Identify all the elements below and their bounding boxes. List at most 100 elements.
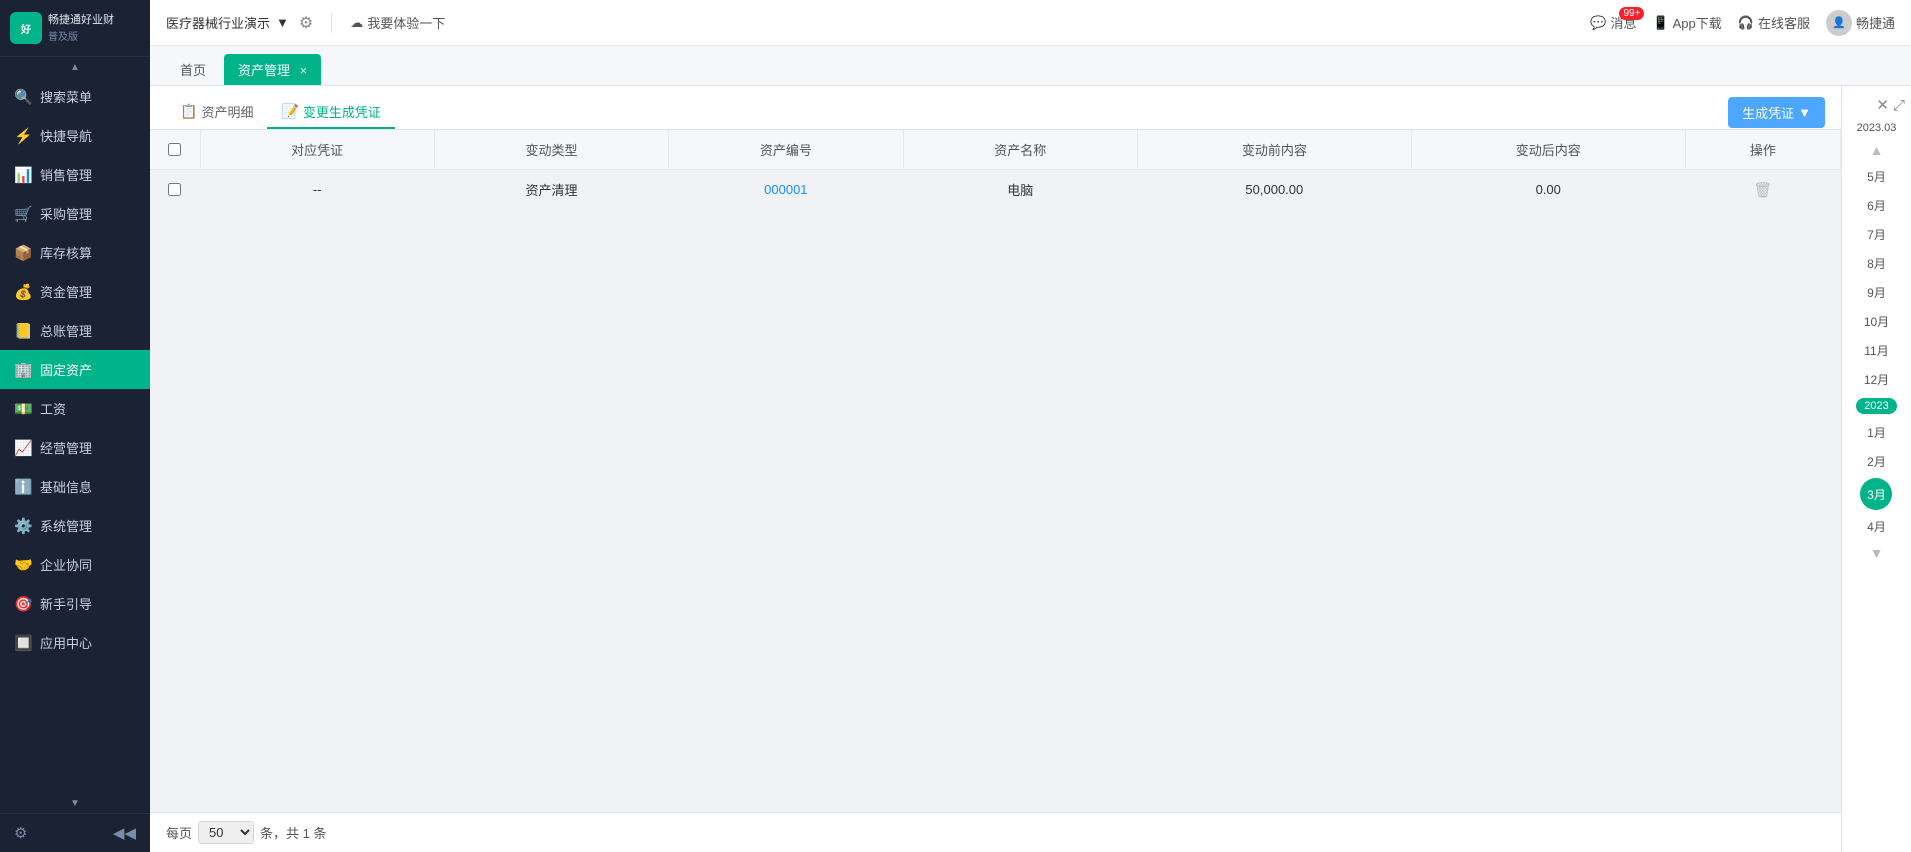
sidebar-item-finance[interactable]: 💰资金管理 bbox=[0, 272, 150, 311]
app-download-button[interactable]: 📱 App下载 bbox=[1652, 13, 1721, 32]
month-2022-6月[interactable]: 6月 bbox=[1856, 191, 1896, 220]
asset-list-icon: 📋 bbox=[180, 103, 197, 120]
month-2023-3月[interactable]: 3月 bbox=[1860, 478, 1892, 510]
generate-dropdown-icon: ▼ bbox=[1798, 105, 1811, 120]
row-checkbox-input-0[interactable] bbox=[168, 183, 181, 196]
feedback-button[interactable]: ☁ 我要体验一下 bbox=[350, 13, 445, 32]
sidebar-scroll-up[interactable]: ▲ bbox=[0, 57, 150, 77]
sidebar-item-sales[interactable]: 📊销售管理 bbox=[0, 155, 150, 194]
sidebar-item-app-center[interactable]: 🔲应用中心 bbox=[0, 623, 150, 662]
avatar: 👤 bbox=[1826, 10, 1852, 36]
row-after-change-0: 0.00 bbox=[1411, 170, 1685, 210]
col-asset-name: 资产名称 bbox=[903, 130, 1137, 170]
tab-asset-management-label: 资产管理 bbox=[238, 63, 290, 78]
username: 畅捷通 bbox=[1856, 13, 1895, 32]
sidebar-icon-base-info: ℹ️ bbox=[14, 478, 32, 496]
sidebar-item-quicknav[interactable]: ⚡快捷导航 bbox=[0, 116, 150, 155]
sidebar-label-ledger: 总账管理 bbox=[40, 321, 92, 340]
sidebar-label-fixed-assets: 固定资产 bbox=[40, 360, 92, 379]
topbar-settings-icon[interactable]: ⚙ bbox=[299, 13, 313, 33]
row-delete-icon-0[interactable]: 🗑 bbox=[1753, 182, 1772, 199]
collapse-icon[interactable]: ◀◀ bbox=[113, 824, 136, 842]
sub-tab-change-voucher[interactable]: 📝 变更生成凭证 bbox=[267, 96, 394, 129]
per-page-select[interactable]: 50 10 20 100 bbox=[198, 821, 254, 844]
tab-close-icon[interactable]: × bbox=[300, 63, 308, 78]
col-change-type: 变动类型 bbox=[434, 130, 668, 170]
sidebar: 好 畅捷通好业财 普及版 ▲ 🔍搜索菜单⚡快捷导航📊销售管理🛒采购管理📦库存核算… bbox=[0, 0, 150, 852]
panel-months: 5月6月7月8月9月10月11月12月 2023 1月2月3月4月 bbox=[1856, 162, 1896, 541]
logo-icon: 好 bbox=[10, 12, 42, 44]
sidebar-bottom: ⚙ ◀◀ bbox=[0, 813, 150, 852]
month-2022-12月[interactable]: 12月 bbox=[1856, 365, 1896, 394]
month-2022-7月[interactable]: 7月 bbox=[1856, 220, 1896, 249]
customer-service-button[interactable]: 🎧 在线客服 bbox=[1738, 13, 1810, 32]
col-voucher: 对应凭证 bbox=[200, 130, 434, 170]
sidebar-item-fixed-assets[interactable]: 🏢固定资产 bbox=[0, 350, 150, 389]
year-label-2023: 2023 bbox=[1856, 398, 1896, 414]
customer-service-icon: 🎧 bbox=[1738, 15, 1754, 31]
sidebar-icon-sales: 📊 bbox=[14, 166, 32, 184]
row-operation-0: 🗑 bbox=[1685, 170, 1840, 210]
sidebar-label-operations: 经营管理 bbox=[40, 438, 92, 457]
month-2023-2月[interactable]: 2月 bbox=[1856, 447, 1896, 476]
sidebar-label-system: 系统管理 bbox=[40, 516, 92, 535]
sidebar-label-base-info: 基础信息 bbox=[40, 477, 92, 496]
sidebar-icon-app-center: 🔲 bbox=[14, 634, 32, 652]
sidebar-item-base-info[interactable]: ℹ️ 基础信息 bbox=[0, 467, 150, 506]
messages-button[interactable]: 💬 消息 99+ bbox=[1590, 13, 1636, 32]
month-2023-4月[interactable]: 4月 bbox=[1856, 512, 1896, 541]
month-2023-1月[interactable]: 1月 bbox=[1856, 418, 1896, 447]
tab-asset-management[interactable]: 资产管理 × bbox=[224, 54, 321, 85]
sidebar-item-operations[interactable]: 📈 经营管理 bbox=[0, 428, 150, 467]
messages-icon: 💬 bbox=[1590, 15, 1606, 31]
sidebar-item-purchase[interactable]: 🛒采购管理 bbox=[0, 194, 150, 233]
sidebar-label-guide: 新手引导 bbox=[40, 594, 92, 613]
main-content: 医疗器械行业演示 ▼ ⚙ ☁ 我要体验一下 💬 消息 99+ 📱 App下载 🎧… bbox=[150, 0, 1911, 852]
sidebar-item-inventory[interactable]: 📦库存核算 bbox=[0, 233, 150, 272]
company-selector[interactable]: 医疗器械行业演示 ▼ bbox=[166, 13, 289, 32]
panel-close-button[interactable]: ✕ bbox=[1876, 96, 1889, 114]
month-2022-8月[interactable]: 8月 bbox=[1856, 249, 1896, 278]
sidebar-label-enterprise: 企业协同 bbox=[40, 555, 92, 574]
sidebar-item-system[interactable]: ⚙️系统管理 bbox=[0, 506, 150, 545]
sidebar-item-search[interactable]: 🔍搜索菜单 bbox=[0, 77, 150, 116]
change-voucher-label: 变更生成凭证 bbox=[303, 102, 381, 121]
panel-scroll-down[interactable]: ▼ bbox=[1866, 541, 1888, 565]
app-logo: 好 畅捷通好业财 普及版 bbox=[0, 0, 150, 57]
page-content: 📋 资产明细 📝 变更生成凭证 生成凭证 ▼ bbox=[150, 86, 1841, 852]
month-2022-5月[interactable]: 5月 bbox=[1856, 162, 1896, 191]
month-2022-11月[interactable]: 11月 bbox=[1856, 336, 1896, 365]
app-download-icon: 📱 bbox=[1652, 15, 1668, 31]
panel-scroll-up[interactable]: ▲ bbox=[1866, 138, 1888, 162]
sidebar-item-enterprise[interactable]: 🤝企业协同 bbox=[0, 545, 150, 584]
select-all-checkbox[interactable] bbox=[168, 143, 181, 156]
sidebar-icon-finance: 💰 bbox=[14, 283, 32, 301]
sidebar-icon-guide: 🎯 bbox=[14, 595, 32, 613]
row-asset-name-0: 电脑 bbox=[903, 170, 1137, 210]
sidebar-label-inventory: 库存核算 bbox=[40, 243, 92, 262]
sidebar-item-payroll[interactable]: 💵工资 bbox=[0, 389, 150, 428]
month-2022-9月[interactable]: 9月 bbox=[1856, 278, 1896, 307]
settings-icon[interactable]: ⚙ bbox=[14, 824, 27, 842]
asset-list-label: 资产明细 bbox=[201, 102, 253, 121]
table-row: -- 资产清理 000001 电脑 50,000.00 0.00 🗑 bbox=[150, 170, 1841, 210]
sidebar-item-guide[interactable]: 🎯 新手引导 bbox=[0, 584, 150, 623]
app-download-label: App下载 bbox=[1673, 13, 1722, 32]
right-panel: ✕ ⤢ 2023.03 ▲ 5月6月7月8月9月10月11月12月20231月2… bbox=[1841, 86, 1911, 852]
user-menu[interactable]: 👤 畅捷通 bbox=[1826, 10, 1895, 36]
customer-service-label: 在线客服 bbox=[1758, 13, 1810, 32]
sidebar-scroll-down[interactable]: ▼ bbox=[0, 793, 150, 813]
sidebar-icon-payroll: 💵 bbox=[14, 400, 32, 418]
col-asset-code: 资产编号 bbox=[669, 130, 903, 170]
sidebar-item-ledger[interactable]: 📒总账管理 bbox=[0, 311, 150, 350]
month-2022-10月[interactable]: 10月 bbox=[1856, 307, 1896, 336]
col-operation: 操作 bbox=[1685, 130, 1840, 170]
generate-voucher-button[interactable]: 生成凭证 ▼ bbox=[1728, 97, 1825, 128]
logo-text: 畅捷通好业财 bbox=[48, 13, 114, 28]
logo-sub: 普及版 bbox=[48, 28, 114, 43]
sub-tab-asset-list[interactable]: 📋 资产明细 bbox=[166, 96, 267, 129]
sidebar-icon-operations: 📈 bbox=[14, 439, 32, 457]
tab-home[interactable]: 首页 bbox=[166, 54, 220, 85]
sub-tabs: 📋 资产明细 📝 变更生成凭证 生成凭证 ▼ bbox=[150, 86, 1841, 130]
panel-resize-button[interactable]: ⤢ bbox=[1893, 96, 1905, 114]
